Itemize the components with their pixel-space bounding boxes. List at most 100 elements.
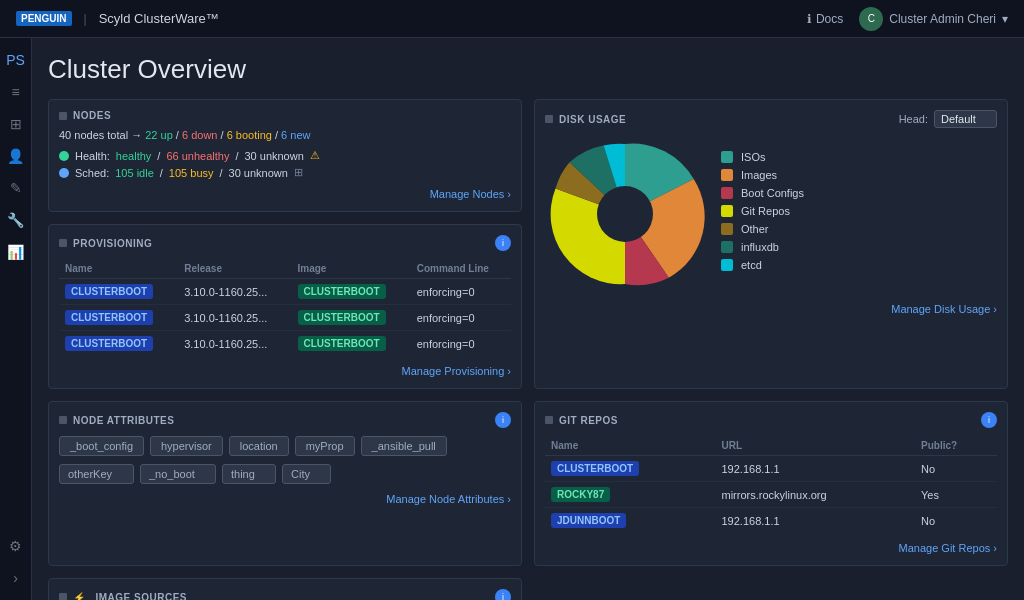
attr-dropdown[interactable]: otherKey (59, 464, 134, 484)
attr-tag[interactable]: _ansible_pull (361, 436, 447, 456)
image-sources-info-icon[interactable]: i (495, 589, 511, 600)
node-attr-manage-link[interactable]: Manage Node Attributes › (59, 492, 511, 506)
provisioning-manage-link[interactable]: Manage Provisioning › (59, 364, 511, 378)
git-repo-row: JDUNNBOOT 192.168.1.1 No (545, 508, 997, 534)
node-attr-title: NODE ATTRIBUTES (59, 415, 174, 426)
sidebar-item-expand[interactable]: › (2, 564, 30, 592)
logo-area: PENGUIN | Scyld ClusterWare™ (16, 11, 219, 26)
sched-unknown: 30 unknown (229, 167, 288, 179)
prov-name[interactable]: CLUSTERBOOT (59, 331, 178, 357)
git-repos-info-icon[interactable]: i (981, 412, 997, 428)
git-col-public: Public? (915, 436, 997, 456)
attr-dropdown[interactable]: thing (222, 464, 276, 484)
sidebar-bottom: ⚙ › (2, 532, 30, 592)
git-name[interactable]: ROCKY87 (545, 482, 716, 508)
prov-name[interactable]: CLUSTERBOOT (59, 279, 178, 305)
git-col-name: Name (545, 436, 716, 456)
legend-color-git-repos (721, 205, 733, 217)
nodes-booting: 6 booting (227, 129, 272, 141)
col-name: Name (59, 259, 178, 279)
head-select[interactable]: Default (934, 110, 997, 128)
attr-tag[interactable]: _boot_config (59, 436, 144, 456)
git-name[interactable]: JDUNNBOOT (545, 508, 716, 534)
prov-image[interactable]: CLUSTERBOOT (292, 279, 411, 305)
disk-header: DISK USAGE Head: Default (545, 110, 997, 128)
git-url: mirrors.rockylinux.org (716, 482, 916, 508)
attr-tag[interactable]: myProp (295, 436, 355, 456)
image-sources-header: ⚡IMAGE SOURCES i (59, 589, 511, 600)
git-name[interactable]: CLUSTERBOOT (545, 456, 716, 482)
sidebar-item-ps[interactable]: PS (2, 46, 30, 74)
page-title: Cluster Overview (48, 54, 1008, 85)
sched-idle: 105 idle (115, 167, 154, 179)
sidebar-item-grid[interactable]: ⊞ (2, 110, 30, 138)
git-repo-row: ROCKY87 mirrors.rockylinux.org Yes (545, 482, 997, 508)
image-sources-title: ⚡IMAGE SOURCES (59, 592, 187, 601)
attr-dropdown[interactable]: _no_boot (140, 464, 216, 484)
legend-images: Images (721, 169, 997, 181)
chevron-down-icon: ▾ (1002, 12, 1008, 26)
prov-name[interactable]: CLUSTERBOOT (59, 305, 178, 331)
sidebar: PS ≡ ⊞ 👤 ✎ 🔧 📊 ⚙ › (0, 38, 32, 600)
provisioning-card: PROVISIONING i Name Release Image Comman… (48, 224, 522, 389)
sidebar-item-chart[interactable]: 📊 (2, 238, 30, 266)
nodes-title: NODES (59, 110, 111, 121)
dashboard-grid: NODES 40 nodes total → 22 up / 6 down / … (48, 99, 1008, 600)
legend-color-etcd (721, 259, 733, 271)
disk-content: ISOs Images Boot Configs Git Repos (545, 134, 997, 294)
nodes-down: 6 down (182, 129, 217, 141)
sidebar-item-settings[interactable]: ⚙ (2, 532, 30, 560)
nodes-header: NODES (59, 110, 511, 121)
health-status: healthy (116, 150, 151, 162)
provisioning-title: PROVISIONING (59, 238, 152, 249)
health-indicator (59, 151, 69, 161)
pie-chart (545, 134, 705, 294)
prov-release: 3.10.0-1160.25... (178, 279, 291, 305)
head-select-wrap: Head: Default (899, 110, 997, 128)
legend-color-boot-configs (721, 187, 733, 199)
git-repos-manage-link[interactable]: Manage Git Repos › (545, 541, 997, 555)
git-repos-header: GIT REPOS i (545, 412, 997, 428)
prov-image[interactable]: CLUSTERBOOT (292, 331, 411, 357)
git-url: 192.168.1.1 (716, 456, 916, 482)
sidebar-item-menu[interactable]: ≡ (2, 78, 30, 106)
attr-tag[interactable]: hypervisor (150, 436, 223, 456)
legend-git-repos: Git Repos (721, 205, 997, 217)
attr-static-tags: _boot_config hypervisor location myProp _ans… (59, 436, 511, 456)
prov-image[interactable]: CLUSTERBOOT (292, 305, 411, 331)
health-unhealthy: 66 unhealthy (166, 150, 229, 162)
provisioning-row: CLUSTERBOOT 3.10.0-1160.25... CLUSTERBOO… (59, 279, 511, 305)
git-url: 192.168.1.1 (716, 508, 916, 534)
legend-boot-configs: Boot Configs (721, 187, 997, 199)
health-label: Health: (75, 150, 110, 162)
attr-tag[interactable]: location (229, 436, 289, 456)
warning-icon: ⚠ (310, 149, 320, 162)
git-col-url: URL (716, 436, 916, 456)
provisioning-row: CLUSTERBOOT 3.10.0-1160.25... CLUSTERBOO… (59, 331, 511, 357)
image-sources-card: ⚡IMAGE SOURCES i Repositories scyldiscoR… (48, 578, 522, 600)
prov-cmd: enforcing=0 (411, 305, 511, 331)
provisioning-info-icon[interactable]: i (495, 235, 511, 251)
sidebar-item-user[interactable]: 👤 (2, 142, 30, 170)
top-nav: PENGUIN | Scyld ClusterWare™ ℹ Docs C Cl… (0, 0, 1024, 38)
git-repos-title: GIT REPOS (545, 415, 618, 426)
user-avatar: C (859, 7, 883, 31)
nodes-total: 40 nodes total (59, 129, 128, 141)
info-icon: ℹ (807, 12, 812, 26)
sidebar-item-edit[interactable]: ✎ (2, 174, 30, 202)
nodes-up: 22 up (145, 129, 173, 141)
legend-color-images (721, 169, 733, 181)
legend-color-influxdb (721, 241, 733, 253)
attr-dropdown[interactable]: City (282, 464, 331, 484)
col-cmdline: Command Line (411, 259, 511, 279)
disk-usage-card: DISK USAGE Head: Default (534, 99, 1008, 389)
head-label: Head: (899, 113, 928, 125)
disk-manage-link[interactable]: Manage Disk Usage › (545, 302, 997, 316)
nodes-manage-link[interactable]: Manage Nodes › (59, 187, 511, 201)
docs-button[interactable]: ℹ Docs (807, 12, 843, 26)
user-menu[interactable]: C Cluster Admin Cheri ▾ (859, 7, 1008, 31)
node-attr-info-icon[interactable]: i (495, 412, 511, 428)
prov-release: 3.10.0-1160.25... (178, 305, 291, 331)
nodes-card: NODES 40 nodes total → 22 up / 6 down / … (48, 99, 522, 212)
sidebar-item-tools[interactable]: 🔧 (2, 206, 30, 234)
